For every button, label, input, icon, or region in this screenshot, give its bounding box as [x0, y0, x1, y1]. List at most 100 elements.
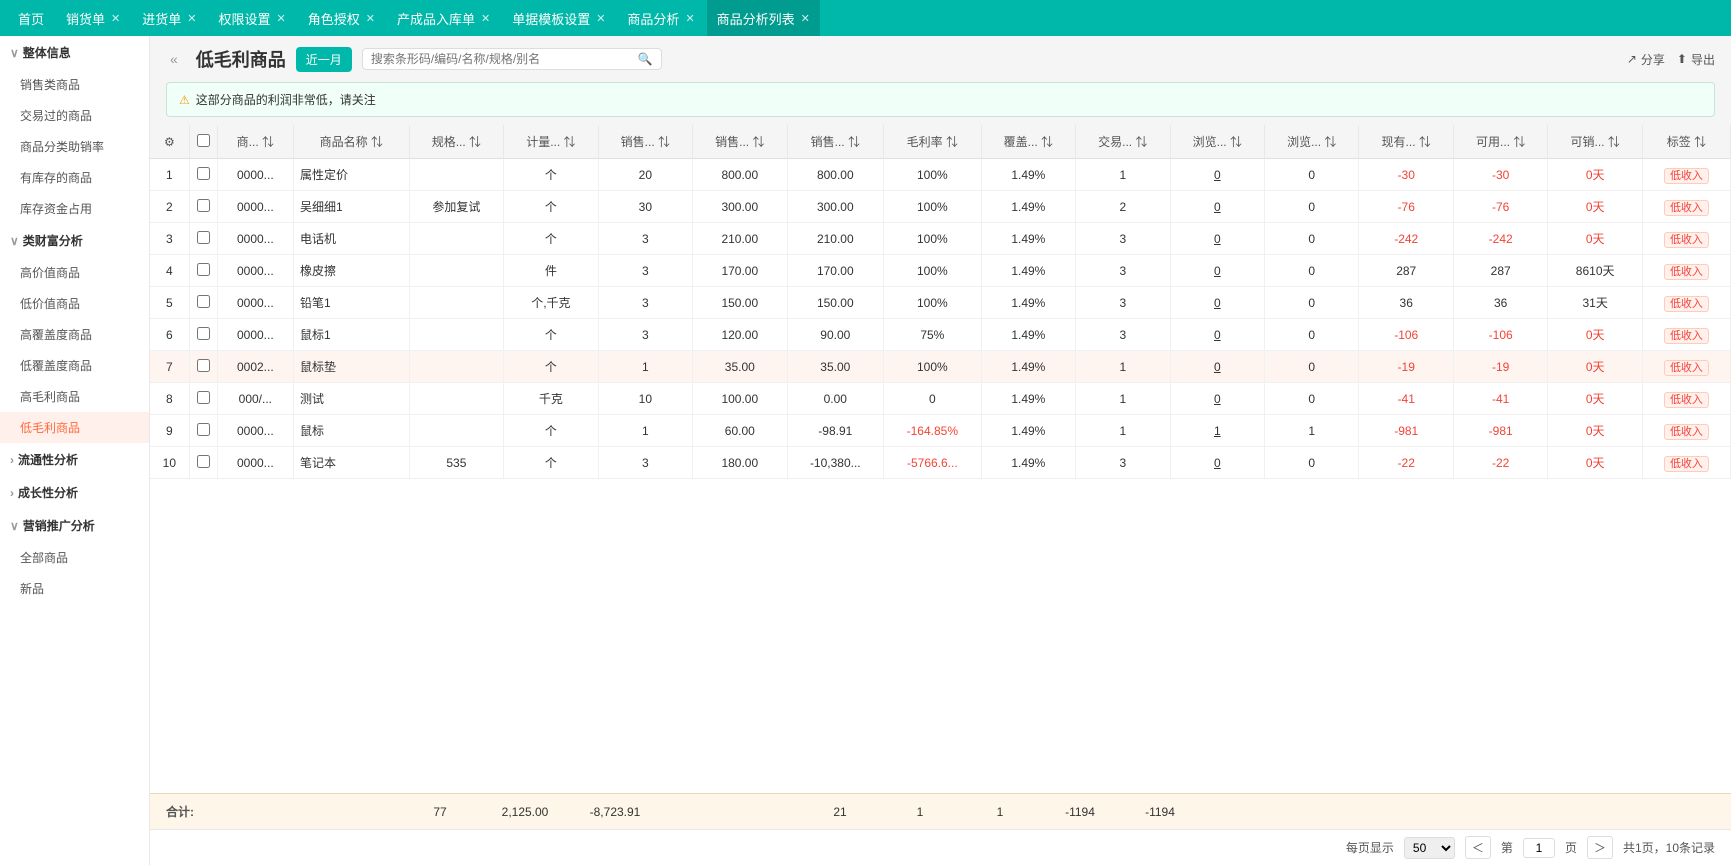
nav-templates[interactable]: 单据模板设置 ✕: [502, 0, 615, 36]
row-checkbox[interactable]: [197, 423, 210, 436]
sidebar-group-marketing[interactable]: ∨ 营销推广分析: [0, 509, 149, 542]
nav-close-list[interactable]: ✕: [801, 12, 810, 25]
col-transaction[interactable]: 交易... ⇅: [1076, 125, 1170, 159]
col-sales-amount[interactable]: 销售... ⇅: [787, 125, 884, 159]
nav-home[interactable]: 首页: [8, 0, 54, 36]
row-checkbox[interactable]: [197, 327, 210, 340]
cell-checkbox[interactable]: [189, 319, 217, 351]
row-checkbox[interactable]: [197, 167, 210, 180]
col-sales-price[interactable]: 销售... ⇅: [693, 125, 787, 159]
cell-view1[interactable]: 0: [1170, 287, 1264, 319]
search-box[interactable]: 🔍: [362, 48, 662, 70]
cell-checkbox[interactable]: [189, 383, 217, 415]
sidebar-group-growth[interactable]: › 成长性分析: [0, 476, 149, 509]
nav-roles[interactable]: 角色授权 ✕: [298, 0, 385, 36]
sidebar-item-category-rate[interactable]: 商品分类助销率: [0, 131, 149, 162]
sidebar-group-overview[interactable]: ∨ 整体信息: [0, 36, 149, 69]
nav-close-roles[interactable]: ✕: [366, 12, 375, 25]
row-checkbox[interactable]: [197, 455, 210, 468]
col-name[interactable]: 商品名称 ⇅: [293, 125, 409, 159]
col-tag[interactable]: 标签 ⇅: [1642, 125, 1730, 159]
col-available[interactable]: 可用... ⇅: [1453, 125, 1547, 159]
col-settings[interactable]: ⚙: [150, 125, 189, 159]
prev-page-btn[interactable]: ＜: [1465, 836, 1491, 859]
next-page-btn[interactable]: ＞: [1587, 836, 1613, 859]
sidebar-item-in-stock[interactable]: 有库存的商品: [0, 162, 149, 193]
cell-view1[interactable]: 0: [1170, 191, 1264, 223]
row-checkbox[interactable]: [197, 359, 210, 372]
col-current[interactable]: 现有... ⇅: [1359, 125, 1453, 159]
sidebar-item-high-coverage[interactable]: 高覆盖度商品: [0, 319, 149, 350]
nav-close-permissions[interactable]: ✕: [277, 12, 286, 25]
page-input[interactable]: [1523, 838, 1555, 858]
nav-product-analysis-list[interactable]: 商品分析列表 ✕: [707, 0, 820, 36]
cell-view1[interactable]: 0: [1170, 159, 1264, 191]
nav-close-sales[interactable]: ✕: [111, 12, 120, 25]
nav-permissions[interactable]: 权限设置 ✕: [208, 0, 295, 36]
nav-close-product-analysis[interactable]: ✕: [685, 12, 694, 25]
col-view1[interactable]: 浏览... ⇅: [1170, 125, 1264, 159]
per-page-select[interactable]: 50 100 200: [1404, 837, 1455, 859]
sidebar-group-flow[interactable]: › 流通性分析: [0, 443, 149, 476]
cell-checkbox[interactable]: [189, 191, 217, 223]
cell-view1[interactable]: 0: [1170, 319, 1264, 351]
nav-close-templates[interactable]: ✕: [596, 12, 605, 25]
cell-checkbox[interactable]: [189, 351, 217, 383]
export-btn[interactable]: ⬆ 导出: [1677, 51, 1715, 68]
row-checkbox[interactable]: [197, 295, 210, 308]
col-code[interactable]: 商... ⇅: [217, 125, 293, 159]
sidebar-item-low-value[interactable]: 低价值商品: [0, 288, 149, 319]
row-checkbox[interactable]: [197, 231, 210, 244]
nav-product-analysis[interactable]: 商品分析 ✕: [617, 0, 704, 36]
sidebar-item-new-products[interactable]: 新品: [0, 573, 149, 604]
nav-close-products[interactable]: ✕: [481, 12, 490, 25]
cell-sales-amount: 170.00: [787, 255, 884, 287]
search-icon[interactable]: 🔍: [638, 52, 653, 66]
nav-close-purchase[interactable]: ✕: [187, 12, 196, 25]
col-coverage[interactable]: 覆盖... ⇅: [981, 125, 1075, 159]
cell-saleable: 0天: [1548, 447, 1642, 479]
cell-view1[interactable]: 0: [1170, 383, 1264, 415]
cell-checkbox[interactable]: [189, 223, 217, 255]
collapse-sidebar-btn[interactable]: «: [166, 47, 182, 71]
nav-purchase[interactable]: 进货单 ✕: [132, 0, 206, 36]
cell-checkbox[interactable]: [189, 255, 217, 287]
col-unit[interactable]: 计量... ⇅: [504, 125, 598, 159]
sidebar-item-low-margin[interactable]: 低毛利商品: [0, 412, 149, 443]
sidebar-item-high-margin[interactable]: 高毛利商品: [0, 381, 149, 412]
cell-checkbox[interactable]: [189, 159, 217, 191]
nav-sales[interactable]: 销货单 ✕: [56, 0, 130, 36]
cell-checkbox[interactable]: [189, 287, 217, 319]
col-sales-qty[interactable]: 销售... ⇅: [598, 125, 692, 159]
col-saleable[interactable]: 可销... ⇅: [1548, 125, 1642, 159]
tag-badge: 低收入: [1664, 200, 1709, 216]
cell-view1[interactable]: 0: [1170, 223, 1264, 255]
sidebar-item-all-products[interactable]: 全部商品: [0, 542, 149, 573]
sidebar-item-traded-products[interactable]: 交易过的商品: [0, 100, 149, 131]
nav-products[interactable]: 产成品入库单 ✕: [387, 0, 500, 36]
search-input[interactable]: [371, 52, 634, 66]
cell-checkbox[interactable]: [189, 447, 217, 479]
col-gross-margin[interactable]: 毛利率 ⇅: [884, 125, 982, 159]
col-spec[interactable]: 规格... ⇅: [409, 125, 503, 159]
sidebar-group-wealth[interactable]: ∨ 类财富分析: [0, 224, 149, 257]
filter-recent-month-btn[interactable]: 近一月: [296, 47, 352, 72]
cell-checkbox[interactable]: [189, 415, 217, 447]
sidebar-item-high-value[interactable]: 高价值商品: [0, 257, 149, 288]
sidebar-item-sales-products[interactable]: 销售类商品: [0, 69, 149, 100]
row-checkbox[interactable]: [197, 263, 210, 276]
cell-view1[interactable]: 0: [1170, 351, 1264, 383]
col-view2[interactable]: 浏览... ⇅: [1265, 125, 1359, 159]
share-btn[interactable]: ↗ 分享: [1627, 51, 1665, 68]
cell-view1[interactable]: 0: [1170, 255, 1264, 287]
cell-current: -981: [1359, 415, 1453, 447]
sidebar-item-inventory-capital[interactable]: 库存资金占用: [0, 193, 149, 224]
sidebar-item-low-coverage[interactable]: 低覆盖度商品: [0, 350, 149, 381]
row-checkbox[interactable]: [197, 199, 210, 212]
col-checkbox[interactable]: [189, 125, 217, 159]
select-all-checkbox[interactable]: [197, 134, 210, 147]
cell-view1[interactable]: 0: [1170, 447, 1264, 479]
cell-view1[interactable]: 1: [1170, 415, 1264, 447]
row-checkbox[interactable]: [197, 391, 210, 404]
page-suffix: 页: [1565, 839, 1577, 856]
